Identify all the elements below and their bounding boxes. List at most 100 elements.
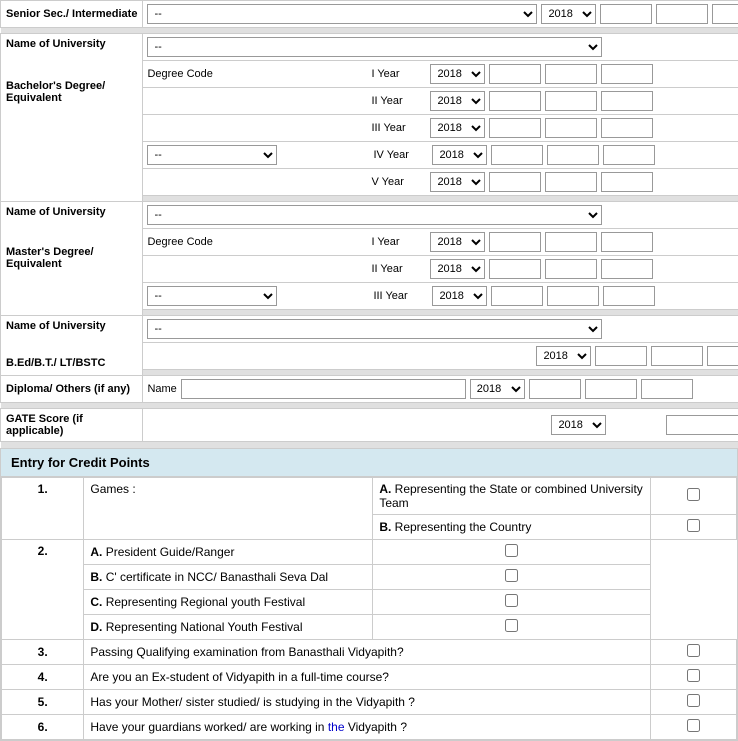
bachelors-iiiyear-year[interactable]: 2018 xyxy=(430,118,485,138)
masters-label-cell: Name of University Master's Degree/ Equi… xyxy=(1,202,143,316)
name-of-university-label-2: Name of University xyxy=(6,206,106,218)
v-year-label: V Year xyxy=(371,176,426,188)
bed-s1[interactable] xyxy=(595,346,647,366)
masters-iyear-s3[interactable] xyxy=(601,232,653,252)
credit-2b-checkbox[interactable] xyxy=(505,569,518,582)
credit-row2-b: B. C' certificate in NCC/ Banasthali Sev… xyxy=(2,564,737,589)
masters-iiyear-s2[interactable] xyxy=(545,259,597,279)
masters-iiiyear-year[interactable]: 2018 xyxy=(432,286,487,306)
masters-iyear-year[interactable]: 2018 xyxy=(430,232,485,252)
bachelors-ivyear-s1[interactable] xyxy=(491,145,543,165)
masters-university-dropdown[interactable]: -- xyxy=(147,205,602,225)
credit-games-a-text: A. Representing the State or combined Un… xyxy=(373,477,651,514)
diploma-label-cell: Diploma/ Others (if any) xyxy=(1,376,143,403)
credit-games-a-checkbox[interactable] xyxy=(687,488,700,501)
senior-sec-content: -- 2018 xyxy=(143,1,738,28)
bachelors-iiiyear-s1[interactable] xyxy=(489,118,541,138)
masters-iiiyear-label: III Year xyxy=(373,290,428,302)
credit-2b-text: B. C' certificate in NCC/ Banasthali Sev… xyxy=(84,564,373,589)
bachelors-university-dropdown[interactable]: -- xyxy=(147,37,602,57)
senior-sec-label: Senior Sec./ Intermediate xyxy=(1,1,143,28)
bed-s3[interactable] xyxy=(707,346,738,366)
masters-iiiyear-s3[interactable] xyxy=(603,286,655,306)
bachelors-iyear-year[interactable]: 2018 xyxy=(430,64,485,84)
credit-num-3: 3. xyxy=(2,639,84,664)
credit-2d-checkbox[interactable] xyxy=(505,619,518,632)
bachelors-ivyear-s2[interactable] xyxy=(547,145,599,165)
credit-4-checkbox-cell xyxy=(651,664,737,689)
credit-row4: 4. Are you an Ex-student of Vidyapith in… xyxy=(2,664,737,689)
masters-degree-row: Degree Code I Year 2018 xyxy=(143,229,738,256)
credit-3-checkbox[interactable] xyxy=(687,644,700,657)
bachelors-ivyear-s3[interactable] xyxy=(603,145,655,165)
bachelors-ivyear-year[interactable]: 2018 xyxy=(432,145,487,165)
masters-iyear-s1[interactable] xyxy=(489,232,541,252)
name-of-university-label-3: Name of University xyxy=(6,320,106,332)
bachelors-vyear-s3[interactable] xyxy=(601,172,653,192)
diploma-year[interactable]: 2018 xyxy=(470,379,525,399)
masters-iiyear-s3[interactable] xyxy=(601,259,653,279)
credit-2b-checkbox-cell xyxy=(373,564,651,589)
credit-5-checkbox[interactable] xyxy=(687,694,700,707)
diploma-name-input[interactable] xyxy=(181,379,466,399)
gate-label-cell: GATE Score (if applicable) xyxy=(1,409,143,442)
credit-games-b-text: B. Representing the Country xyxy=(373,514,651,539)
masters-iyear-s2[interactable] xyxy=(545,232,597,252)
bachelors-iiyear-s1[interactable] xyxy=(489,91,541,111)
senior-sec-score3[interactable] xyxy=(712,4,738,24)
bachelors-iiyear-s2[interactable] xyxy=(545,91,597,111)
bachelors-iiyear-s3[interactable] xyxy=(601,91,653,111)
senior-sec-year[interactable]: 2018 xyxy=(541,4,596,24)
credit-6-text: Have your guardians worked/ are working … xyxy=(84,714,651,739)
bed-label: B.Ed/B.T./ LT/BSTC xyxy=(6,357,105,369)
bachelors-iiiyear-s3[interactable] xyxy=(601,118,653,138)
bachelors-iyear-s3[interactable] xyxy=(601,64,653,84)
bachelors-vyear-year[interactable]: 2018 xyxy=(430,172,485,192)
masters-iiiyear-row: -- III Year 2018 xyxy=(143,283,738,310)
masters-iiyear-year[interactable]: 2018 xyxy=(430,259,485,279)
senior-sec-dropdown[interactable]: -- xyxy=(147,4,537,24)
iii-year-label: III Year xyxy=(371,122,426,134)
masters-degree-dropdown[interactable]: -- xyxy=(147,286,277,306)
gate-year[interactable]: 2018 xyxy=(551,415,606,435)
credit-2c-checkbox[interactable] xyxy=(505,594,518,607)
masters-iiyear-row: II Year 2018 xyxy=(143,256,738,283)
gate-score[interactable] xyxy=(666,415,738,435)
bachelors-iyear-s2[interactable] xyxy=(545,64,597,84)
bachelors-vyear-s2[interactable] xyxy=(545,172,597,192)
bed-university-dropdown[interactable]: -- xyxy=(147,319,602,339)
senior-sec-score2[interactable] xyxy=(656,4,708,24)
bachelors-iiyear-year[interactable]: 2018 xyxy=(430,91,485,111)
masters-iiiyear-s1[interactable] xyxy=(491,286,543,306)
diploma-s1[interactable] xyxy=(529,379,581,399)
bachelors-degree-dropdown[interactable]: -- xyxy=(147,145,277,165)
credit-6-checkbox[interactable] xyxy=(687,719,700,732)
bachelors-vyear-s1[interactable] xyxy=(489,172,541,192)
credit-2c-text: C. Representing Regional youth Festival xyxy=(84,589,373,614)
credit-4-checkbox[interactable] xyxy=(687,669,700,682)
masters-iiyear-s1[interactable] xyxy=(489,259,541,279)
i-year-label: I Year xyxy=(371,68,426,80)
credit-games-b-checkbox[interactable] xyxy=(687,519,700,532)
masters-univ-row: -- xyxy=(143,202,738,229)
diploma-s3[interactable] xyxy=(641,379,693,399)
senior-sec-score1[interactable] xyxy=(600,4,652,24)
ii-year-label: II Year xyxy=(371,95,426,107)
gate-row: 2018 xyxy=(143,409,738,442)
bachelors-iyear-s1[interactable] xyxy=(489,64,541,84)
masters-iiiyear-s2[interactable] xyxy=(547,286,599,306)
diploma-s2[interactable] xyxy=(585,379,637,399)
credit-num-2: 2. xyxy=(2,539,84,639)
gate-label: GATE Score (if applicable) xyxy=(6,413,83,437)
bachelors-iiiyear-s2[interactable] xyxy=(545,118,597,138)
credit-num-6: 6. xyxy=(2,714,84,739)
bed-s2[interactable] xyxy=(651,346,703,366)
credit-2c-checkbox-cell xyxy=(373,589,651,614)
bachelors-iiiyear-row: III Year 2018 xyxy=(143,115,738,142)
bachelors-iiyear-row: II Year 2018 xyxy=(143,88,738,115)
bed-year[interactable]: 2018 xyxy=(536,346,591,366)
credit-games-row-a: 1. Games : A. Representing the State or … xyxy=(2,477,737,514)
credit-2a-checkbox[interactable] xyxy=(505,544,518,557)
bachelors-vyear-row: V Year 2018 xyxy=(143,169,738,196)
credit-2-label: A. President Guide/Ranger xyxy=(84,539,373,564)
